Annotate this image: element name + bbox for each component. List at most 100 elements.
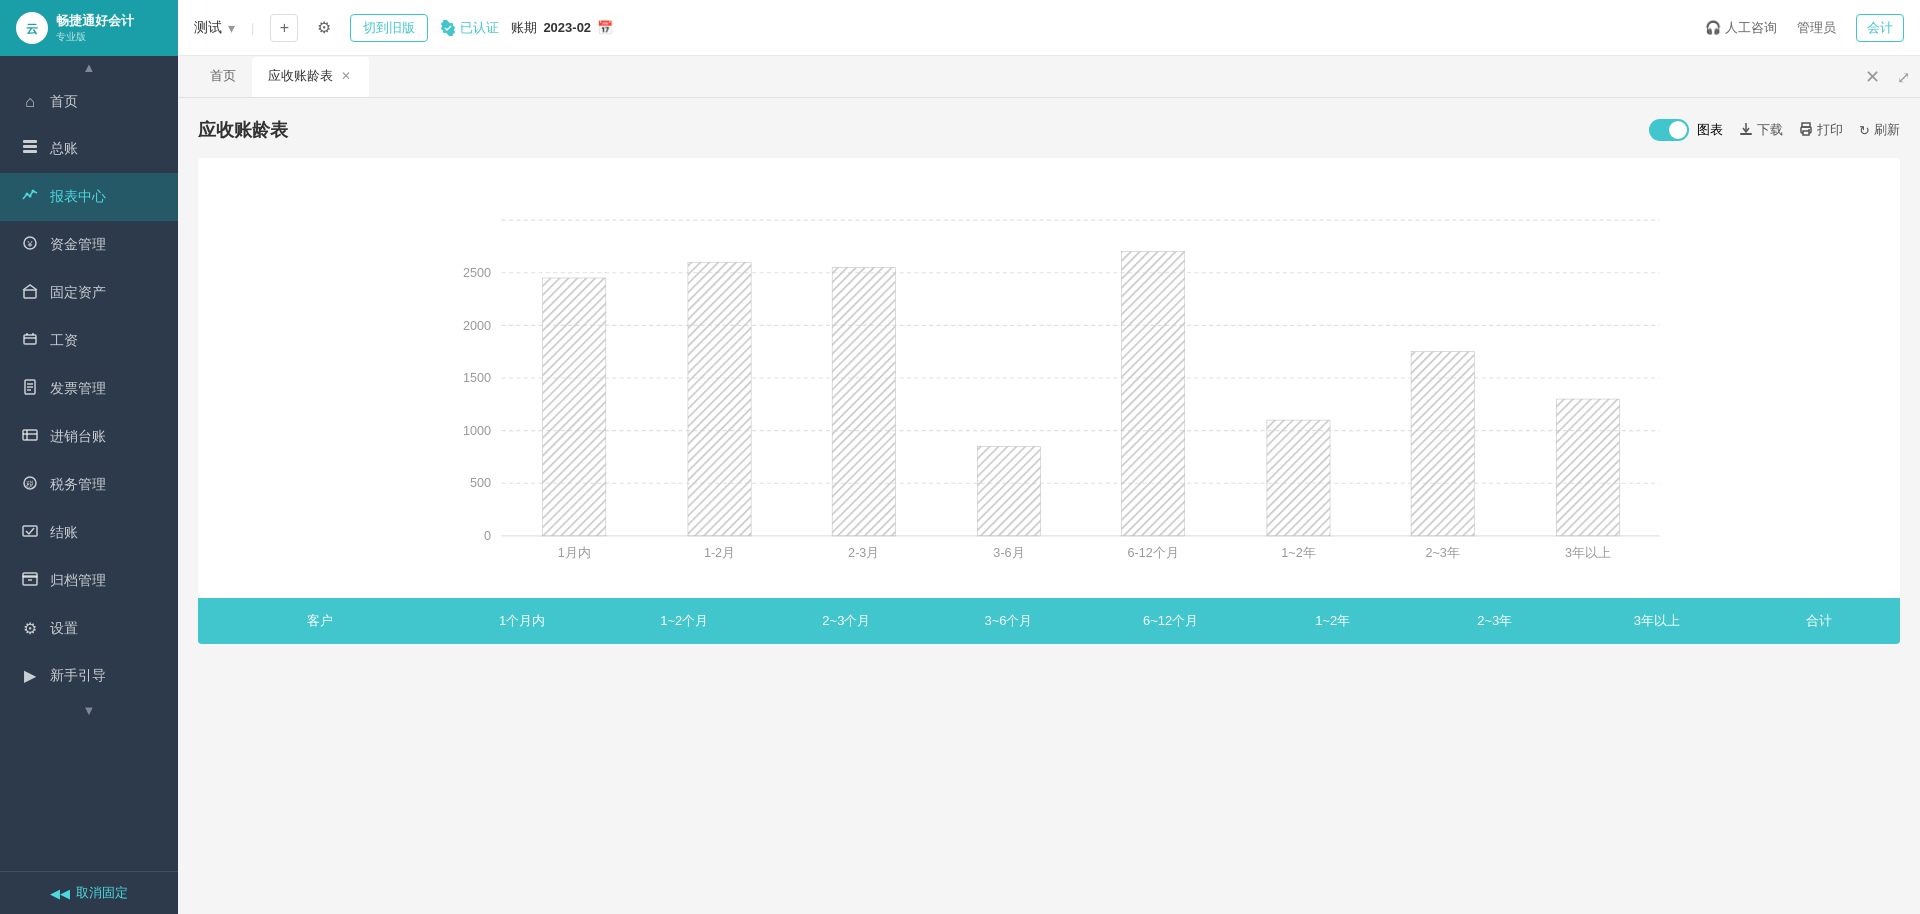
sidebar-label-tax: 税务管理 — [50, 476, 106, 494]
sidebar-item-trade[interactable]: 进销台账 — [0, 413, 178, 461]
th-customer: 客户 — [198, 598, 441, 644]
th-6-12m: 6~12个月 — [1090, 598, 1252, 644]
toggle-track[interactable] — [1649, 119, 1689, 141]
svg-rect-55 — [1556, 399, 1619, 536]
sidebar-item-assets[interactable]: 固定资产 — [0, 269, 178, 317]
sidebar-label-wage: 工资 — [50, 332, 78, 350]
svg-rect-29 — [1740, 133, 1752, 135]
page-actions: 图表 下载 — [1649, 119, 1900, 141]
print-btn[interactable]: 打印 — [1799, 121, 1843, 139]
calendar-icon[interactable]: 📅 — [597, 20, 613, 35]
sidebar-label-guide: 新手引导 — [50, 667, 106, 685]
verified-badge: 已认证 — [440, 19, 499, 37]
tabbar-expand-btn[interactable]: ⤢ — [1897, 67, 1910, 86]
app-edition: 专业版 — [56, 30, 134, 44]
svg-text:1000: 1000 — [463, 424, 491, 438]
refresh-btn[interactable]: ↻ 刷新 — [1859, 121, 1900, 139]
th-1m: 1个月内 — [441, 598, 603, 644]
svg-text:云: 云 — [26, 22, 38, 36]
svg-text:2500: 2500 — [463, 266, 491, 280]
tabbar-close-btn[interactable]: ✕ — [1865, 66, 1880, 88]
sidebar-item-invoice[interactable]: 发票管理 — [0, 365, 178, 413]
chart-toggle[interactable]: 图表 — [1649, 119, 1723, 141]
sidebar-label-trade: 进销台账 — [50, 428, 106, 446]
capital-icon: ¥ — [20, 235, 40, 255]
th-total: 合计 — [1738, 598, 1900, 644]
sidebar-item-wage[interactable]: 工资 — [0, 317, 178, 365]
sidebar-label-home: 首页 — [50, 93, 78, 111]
sidebar-item-guide[interactable]: ▶ 新手引导 — [0, 652, 178, 699]
sidebar-item-home[interactable]: ⌂ 首页 — [0, 79, 178, 125]
download-icon — [1739, 122, 1753, 139]
sidebar-logo: 云 畅捷通好会计 专业版 — [0, 0, 178, 56]
sidebar-item-settlement[interactable]: 结账 — [0, 509, 178, 557]
sidebar-label-settings: 设置 — [50, 620, 78, 638]
role-label: 会计 — [1867, 20, 1893, 35]
download-btn[interactable]: 下载 — [1739, 121, 1783, 139]
project-settings-btn[interactable]: ⚙ — [310, 14, 338, 42]
svg-rect-53 — [1267, 420, 1330, 536]
svg-text:500: 500 — [470, 476, 491, 490]
svg-rect-54 — [1411, 352, 1474, 536]
bar-6-12月 — [1122, 252, 1185, 536]
content-area: 应收账龄表 图表 下载 — [178, 98, 1920, 914]
cancel-fixed-btn[interactable]: ◀◀ 取消固定 — [0, 871, 178, 914]
consult-label: 人工咨询 — [1725, 19, 1777, 37]
svg-text:6-12个月: 6-12个月 — [1128, 546, 1179, 560]
svg-point-6 — [29, 195, 32, 198]
tab-home[interactable]: 首页 — [194, 57, 252, 97]
bar-2-3年 — [1411, 352, 1474, 536]
sidebar-label-ledger: 总账 — [50, 140, 78, 158]
svg-rect-26 — [23, 573, 37, 577]
refresh-icon: ↻ — [1859, 123, 1870, 138]
tab-aging-close[interactable]: ✕ — [339, 69, 353, 83]
add-project-btn[interactable]: + — [270, 14, 298, 42]
svg-text:¥: ¥ — [26, 239, 33, 249]
svg-text:2~3年: 2~3年 — [1425, 546, 1459, 560]
bar-2-3月 — [832, 267, 895, 535]
bar-3年以上 — [1556, 399, 1619, 536]
svg-rect-11 — [24, 335, 36, 344]
sidebar-item-report[interactable]: 报表中心 — [0, 173, 178, 221]
svg-text:税: 税 — [26, 480, 34, 489]
svg-rect-32 — [1803, 131, 1809, 135]
print-icon — [1799, 122, 1813, 139]
svg-rect-52 — [1122, 252, 1185, 536]
svg-text:1月内: 1月内 — [558, 546, 591, 560]
sidebar-label-report: 报表中心 — [50, 188, 106, 206]
sidebar-item-capital[interactable]: ¥ 资金管理 — [0, 221, 178, 269]
download-label: 下载 — [1757, 121, 1783, 139]
sidebar-item-settings[interactable]: ⚙ 设置 — [0, 605, 178, 652]
tab-aging[interactable]: 应收账龄表 ✕ — [252, 57, 369, 97]
consult-btn[interactable]: 🎧 人工咨询 — [1705, 19, 1777, 37]
bar-1月内 — [543, 278, 606, 536]
print-label: 打印 — [1817, 121, 1843, 139]
table-container: 客户 1个月内 1~2个月 2~3个月 3~6个月 6~12个月 1~2年 2~… — [198, 598, 1900, 644]
svg-rect-49 — [688, 262, 751, 536]
headset-icon: 🎧 — [1705, 20, 1721, 35]
cancel-fixed-icon: ◀◀ — [50, 886, 70, 901]
project-selector[interactable]: 测试 ▾ — [194, 19, 235, 37]
svg-rect-3 — [23, 145, 37, 148]
sidebar-scroll-down[interactable]: ▼ — [0, 699, 178, 722]
svg-point-33 — [1808, 129, 1810, 131]
svg-text:1~2年: 1~2年 — [1281, 546, 1315, 560]
user-label: 管理员 — [1797, 20, 1836, 35]
chart-toggle-label: 图表 — [1697, 121, 1723, 139]
th-3-6m: 3~6个月 — [927, 598, 1089, 644]
sidebar-item-tax[interactable]: 税 税务管理 — [0, 461, 178, 509]
sidebar-item-archive[interactable]: 归档管理 — [0, 557, 178, 605]
user-menu[interactable]: 管理员 — [1789, 15, 1844, 41]
sidebar-label-capital: 资金管理 — [50, 236, 106, 254]
chart-container: 0 500 1000 1500 2000 2500 — [198, 158, 1900, 598]
sidebar-scroll-up[interactable]: ▲ — [0, 56, 178, 79]
sidebar-label-assets: 固定资产 — [50, 284, 106, 302]
ledger-icon — [20, 139, 40, 159]
sidebar-item-ledger[interactable]: 总账 — [0, 125, 178, 173]
role-btn[interactable]: 会计 — [1856, 14, 1904, 42]
th-1-2y: 1~2年 — [1252, 598, 1414, 644]
switch-old-btn[interactable]: 切到旧版 — [350, 14, 428, 42]
svg-text:0: 0 — [484, 529, 491, 543]
sidebar: 云 畅捷通好会计 专业版 ▲ ⌂ 首页 总账 — [0, 0, 178, 914]
page-title: 应收账龄表 — [198, 118, 288, 142]
